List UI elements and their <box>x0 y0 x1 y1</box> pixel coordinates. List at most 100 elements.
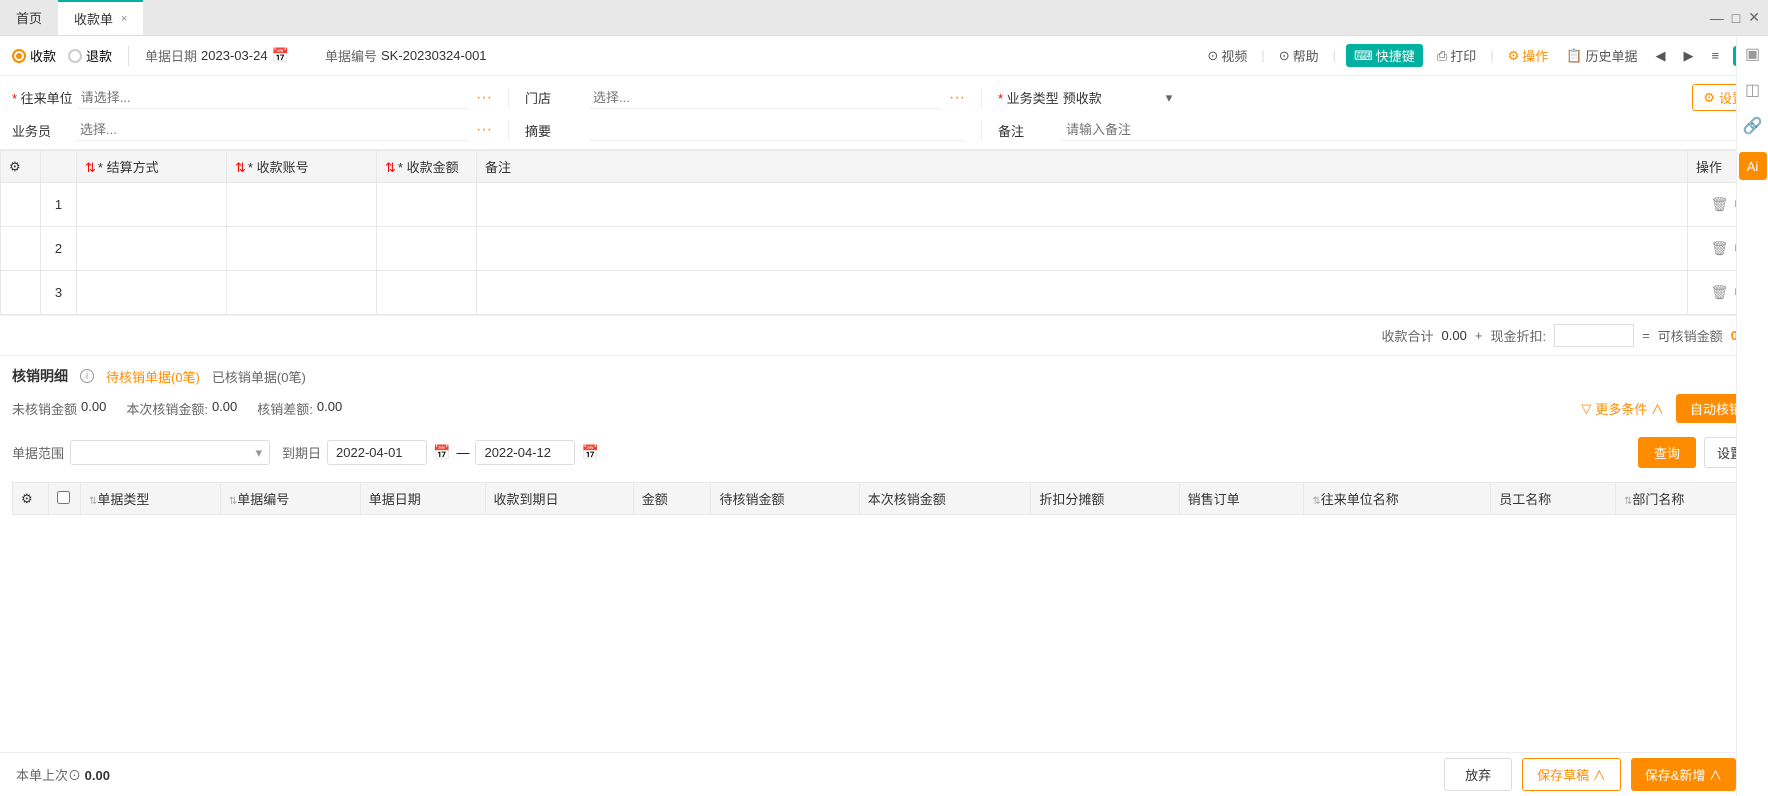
staff-label: 业务员 <box>12 121 72 140</box>
row-2-settings <box>1 227 41 271</box>
vt-select-all-checkbox[interactable] <box>57 491 70 504</box>
minimize-icon[interactable]: — <box>1710 10 1724 26</box>
vt-col-discount: 折扣分摊额 <box>1031 483 1179 515</box>
row-2-remark[interactable] <box>477 227 1688 271</box>
calendar-icon[interactable]: 📅 <box>272 47 289 64</box>
shop-more-icon[interactable]: ··· <box>949 89 965 107</box>
staff-input[interactable] <box>76 119 468 141</box>
query-btn[interactable]: 查询 <box>1638 437 1696 468</box>
range-select-wrapper <box>70 440 270 465</box>
prev-btn[interactable]: ◀ <box>1652 46 1670 66</box>
maximize-icon[interactable]: □ <box>1732 10 1740 26</box>
row-1-delete-icon[interactable]: 🗑 <box>1711 196 1729 213</box>
form-sep-1 <box>508 88 509 108</box>
more-conditions-btn[interactable]: ▽ 更多条件 ∧ <box>1581 399 1664 418</box>
radio-receive[interactable]: 收款 <box>12 46 56 65</box>
row-3-account[interactable] <box>227 271 377 315</box>
plus-sign: + <box>1475 328 1483 343</box>
discount-input[interactable] <box>1554 324 1634 347</box>
vt-col-due: 收款到期日 <box>485 483 633 515</box>
row-3-delete-icon[interactable]: 🗑 <box>1711 284 1729 301</box>
row-2-settle[interactable] <box>77 227 227 271</box>
operations-btn[interactable]: ⚙ 操作 <box>1504 44 1553 67</box>
counterpart-input[interactable] <box>77 87 468 109</box>
row-2-delete-icon[interactable]: 🗑 <box>1711 240 1729 257</box>
print-btn[interactable]: ⎙ 打印 <box>1433 44 1480 67</box>
right-panel-ai-icon[interactable]: Ai <box>1739 152 1767 180</box>
save-new-btn[interactable]: 保存&新增 ∧ <box>1631 758 1736 791</box>
col-amount-header: ⇅* 收款金额 <box>377 151 477 183</box>
shortcut-btn[interactable]: ⌨ 快捷键 <box>1346 44 1423 67</box>
col-settings-header[interactable]: ⚙ <box>1 151 41 183</box>
tab-current[interactable]: 收款单 × <box>58 0 143 35</box>
operations-label: 操作 <box>1522 46 1548 65</box>
data-table: ⚙ ⇅* 结算方式 ⇅* 收款账号 ⇅* 收款金额 备注 操作 <box>0 150 1768 315</box>
due-date-end-cal-icon[interactable]: 📅 <box>581 444 598 461</box>
col-account-header: ⇅* 收款账号 <box>227 151 377 183</box>
vt-date-label: 单据日期 <box>369 492 421 507</box>
row-3-settle[interactable] <box>77 271 227 315</box>
unchecked-label: 未核销金额 <box>12 399 77 418</box>
row-1-settle[interactable] <box>77 183 227 227</box>
table-section: ⚙ ⇅* 结算方式 ⇅* 收款账号 ⇅* 收款金额 备注 操作 <box>0 150 1768 316</box>
business-type-field: 业务类型 预收款 ▾ <box>998 88 1684 107</box>
list-view-btn[interactable]: ≡ <box>1708 46 1724 65</box>
done-tab[interactable]: 已核销单据(0笔) <box>212 367 306 386</box>
date-range: 📅 — 📅 <box>327 440 599 465</box>
notes-input[interactable] <box>1062 119 1756 141</box>
business-type-label: 业务类型 <box>998 88 1059 107</box>
vt-counterpart-label: 往来单位名称 <box>1321 492 1399 507</box>
row-1-account[interactable] <box>227 183 377 227</box>
summary-input[interactable] <box>589 119 965 141</box>
tab-close-icon[interactable]: × <box>121 13 127 25</box>
history-btn[interactable]: 📋 历史单据 <box>1562 44 1641 67</box>
row-3-amount[interactable] <box>377 271 477 315</box>
radio-refund[interactable]: 退款 <box>68 46 112 65</box>
verify-info-icon[interactable]: i <box>80 369 94 383</box>
vt-col-settings[interactable]: ⚙ <box>13 483 49 515</box>
pending-tab[interactable]: 待核销单据(0笔) <box>106 367 200 386</box>
right-panel-icon-2[interactable]: ◫ <box>1745 80 1760 100</box>
vt-settings-icon: ⚙ <box>21 491 33 506</box>
range-select[interactable] <box>70 440 270 465</box>
due-date-start-input[interactable] <box>327 440 427 465</box>
bottom-bar: 本单上次⊙ 0.00 放弃 保存草稿 ∧ 保存&新增 ∧ <box>0 752 1752 796</box>
right-panel: ▣ ◫ 🔗 Ai <box>1736 36 1768 796</box>
counterpart-more-icon[interactable]: ··· <box>476 89 492 107</box>
row-2-amount[interactable] <box>377 227 477 271</box>
next-btn[interactable]: ▶ <box>1680 46 1698 66</box>
save-draft-label: 保存草稿 ∧ <box>1537 765 1606 784</box>
shop-label: 门店 <box>525 88 585 107</box>
num-label: 单据编号 <box>325 46 377 65</box>
help-btn[interactable]: ⊙ 帮助 <box>1275 44 1323 67</box>
business-type-dropdown-icon[interactable]: ▾ <box>1166 90 1173 106</box>
row-1-remark[interactable] <box>477 183 1688 227</box>
current-verify-stat: 本次核销金额: 0.00 <box>126 399 237 418</box>
vt-col-checkbox <box>49 483 81 515</box>
form-area: 往来单位 ··· 门店 ··· 业务类型 预收款 ▾ ⚙ 设置 <box>0 76 1768 150</box>
row-2-account[interactable] <box>227 227 377 271</box>
col-remark-header: 备注 <box>477 151 1688 183</box>
due-date-start-cal-icon[interactable]: 📅 <box>433 444 450 461</box>
abandon-btn[interactable]: 放弃 <box>1444 758 1512 791</box>
col-amount-label: * 收款金额 <box>398 160 459 175</box>
vt-col-counterpart: ⇅往来单位名称 <box>1304 483 1491 515</box>
right-panel-icon-1[interactable]: ▣ <box>1745 44 1760 64</box>
close-window-icon[interactable]: ✕ <box>1748 9 1760 26</box>
bottom-value: 0.00 <box>85 768 110 783</box>
history-icon: 📋 <box>1566 48 1582 64</box>
diff-label: 核销差额: <box>257 399 313 418</box>
right-panel-link-icon[interactable]: 🔗 <box>1743 116 1763 136</box>
row-3-remark[interactable] <box>477 271 1688 315</box>
diff-value: 0.00 <box>317 399 342 418</box>
tab-home[interactable]: 首页 <box>0 0 58 35</box>
due-date-field: 到期日 📅 — 📅 <box>282 440 599 465</box>
radio-group: 收款 退款 <box>12 46 112 65</box>
due-date-end-input[interactable] <box>475 440 575 465</box>
staff-more-icon[interactable]: ··· <box>476 121 492 139</box>
shop-input[interactable] <box>589 87 941 109</box>
save-draft-btn[interactable]: 保存草稿 ∧ <box>1522 758 1621 791</box>
range-field: 单据范围 <box>12 440 270 465</box>
row-1-amount[interactable] <box>377 183 477 227</box>
video-btn[interactable]: ⊙ 视频 <box>1203 44 1251 67</box>
